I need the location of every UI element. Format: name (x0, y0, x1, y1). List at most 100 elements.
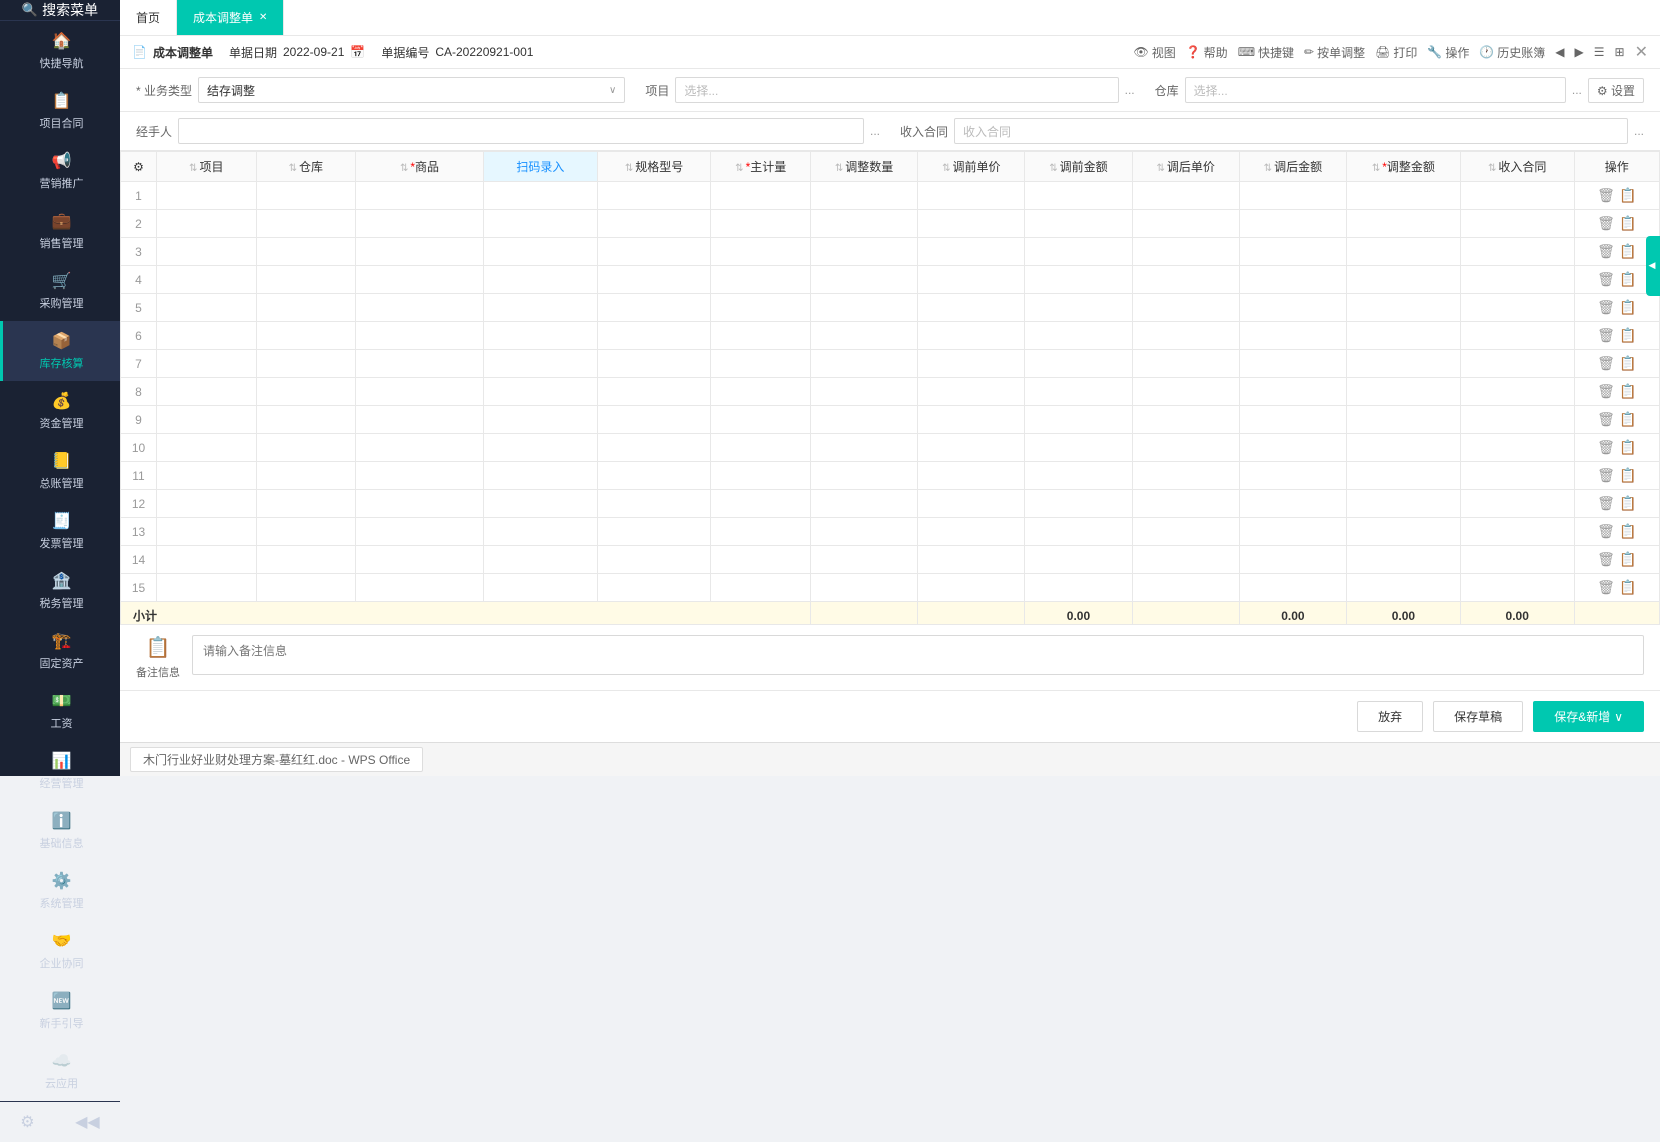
row-copy-btn[interactable]: 📋 (1619, 523, 1636, 540)
row-after-amount[interactable] (1239, 322, 1346, 350)
sidebar-item-enterprise-coop[interactable]: 🤝 企业协同 (0, 921, 120, 981)
income-contract-ellipsis-btn[interactable]: ... (1634, 124, 1644, 138)
row-project[interactable] (157, 574, 257, 602)
row-qty[interactable] (810, 434, 917, 462)
discard-button[interactable]: 放弃 (1357, 701, 1423, 732)
row-after-amount[interactable] (1239, 518, 1346, 546)
row-adjust-amount[interactable] (1346, 490, 1460, 518)
row-warehouse[interactable] (256, 350, 356, 378)
row-product[interactable] (356, 490, 484, 518)
row-after-amount[interactable] (1239, 574, 1346, 602)
print-btn[interactable]: 🖨 打印 (1375, 44, 1417, 61)
row-income-contract[interactable] (1460, 434, 1574, 462)
row-scan[interactable] (483, 182, 597, 210)
row-before-amount[interactable] (1025, 266, 1132, 294)
row-adjust-amount[interactable] (1346, 434, 1460, 462)
row-after-amount[interactable] (1239, 238, 1346, 266)
row-unit[interactable] (711, 378, 811, 406)
row-scan[interactable] (483, 350, 597, 378)
agent-input[interactable] (178, 118, 864, 144)
row-before-amount[interactable] (1025, 182, 1132, 210)
row-qty[interactable] (810, 238, 917, 266)
row-spec[interactable] (597, 434, 711, 462)
row-income-contract[interactable] (1460, 238, 1574, 266)
row-copy-btn[interactable]: 📋 (1619, 411, 1636, 428)
row-spec[interactable] (597, 406, 711, 434)
row-qty[interactable] (810, 462, 917, 490)
row-scan[interactable] (483, 462, 597, 490)
row-delete-btn[interactable]: 🗑 (1597, 383, 1615, 400)
row-project[interactable] (157, 322, 257, 350)
row-adjust-amount[interactable] (1346, 266, 1460, 294)
col-header-qty[interactable]: ⇅调整数量 (810, 152, 917, 182)
sidebar-item-system[interactable]: ⚙️ 系统管理 (0, 861, 120, 921)
row-unit[interactable] (711, 266, 811, 294)
sidebar-logo[interactable]: 🔍 搜索菜单 (0, 0, 120, 21)
row-after-price[interactable] (1132, 462, 1239, 490)
row-warehouse[interactable] (256, 406, 356, 434)
row-product[interactable] (356, 182, 484, 210)
row-delete-btn[interactable]: 🗑 (1597, 355, 1615, 372)
row-before-price[interactable] (918, 294, 1025, 322)
row-after-price[interactable] (1132, 490, 1239, 518)
row-after-amount[interactable] (1239, 210, 1346, 238)
sidebar-item-new-guide[interactable]: 🆕 新手引导 (0, 981, 120, 1041)
row-product[interactable] (356, 546, 484, 574)
row-product[interactable] (356, 574, 484, 602)
row-spec[interactable] (597, 266, 711, 294)
row-project[interactable] (157, 434, 257, 462)
row-copy-btn[interactable]: 📋 (1619, 327, 1636, 344)
row-warehouse[interactable] (256, 574, 356, 602)
row-unit[interactable] (711, 574, 811, 602)
row-warehouse[interactable] (256, 434, 356, 462)
row-delete-btn[interactable]: 🗑 (1597, 467, 1615, 484)
row-after-price[interactable] (1132, 322, 1239, 350)
row-after-price[interactable] (1132, 182, 1239, 210)
row-before-price[interactable] (918, 266, 1025, 294)
sidebar-item-payroll[interactable]: 💵 工资 (0, 681, 120, 741)
row-spec[interactable] (597, 574, 711, 602)
sidebar-item-ledger[interactable]: 📒 总账管理 (0, 441, 120, 501)
sidebar-settings-btn[interactable]: ⚙ (20, 1112, 34, 1132)
row-unit[interactable] (711, 182, 811, 210)
row-before-amount[interactable] (1025, 490, 1132, 518)
col-header-scan[interactable]: 扫码录入 (483, 152, 597, 182)
row-before-price[interactable] (918, 518, 1025, 546)
warehouse-ellipsis-btn[interactable]: ... (1572, 83, 1582, 97)
row-delete-btn[interactable]: 🗑 (1597, 439, 1615, 456)
row-warehouse[interactable] (256, 210, 356, 238)
notes-icon-section[interactable]: 📋 备注信息 (136, 635, 180, 680)
row-before-amount[interactable] (1025, 546, 1132, 574)
project-input[interactable]: 选择... (675, 77, 1118, 103)
row-income-contract[interactable] (1460, 182, 1574, 210)
row-copy-btn[interactable]: 📋 (1619, 467, 1636, 484)
row-delete-btn[interactable]: 🗑 (1597, 411, 1615, 428)
sidebar-item-sales[interactable]: 💼 销售管理 (0, 201, 120, 261)
sidebar-item-cloud-apps[interactable]: ☁️ 云应用 (0, 1041, 120, 1101)
row-qty[interactable] (810, 406, 917, 434)
row-delete-btn[interactable]: 🗑 (1597, 495, 1615, 512)
row-after-amount[interactable] (1239, 266, 1346, 294)
row-adjust-amount[interactable] (1346, 462, 1460, 490)
row-spec[interactable] (597, 238, 711, 266)
warehouse-input[interactable]: 选择... (1185, 77, 1566, 103)
batch-edit-btn[interactable]: ✏ 按单调整 (1304, 44, 1365, 61)
row-after-price[interactable] (1132, 210, 1239, 238)
window-close-btn[interactable]: ✕ (1635, 42, 1648, 62)
row-copy-btn[interactable]: 📋 (1619, 495, 1636, 512)
row-before-amount[interactable] (1025, 574, 1132, 602)
row-unit[interactable] (711, 294, 811, 322)
row-scan[interactable] (483, 434, 597, 462)
row-before-amount[interactable] (1025, 350, 1132, 378)
row-after-amount[interactable] (1239, 462, 1346, 490)
row-before-amount[interactable] (1025, 434, 1132, 462)
col-header-warehouse[interactable]: ⇅仓库 (256, 152, 356, 182)
history-btn[interactable]: 🕐 历史账簿 (1479, 44, 1545, 61)
row-product[interactable] (356, 210, 484, 238)
row-copy-btn[interactable]: 📋 (1619, 579, 1636, 596)
sidebar-item-operations[interactable]: 📊 经营管理 (0, 741, 120, 801)
row-income-contract[interactable] (1460, 266, 1574, 294)
row-after-amount[interactable] (1239, 546, 1346, 574)
row-before-amount[interactable] (1025, 294, 1132, 322)
row-before-price[interactable] (918, 350, 1025, 378)
